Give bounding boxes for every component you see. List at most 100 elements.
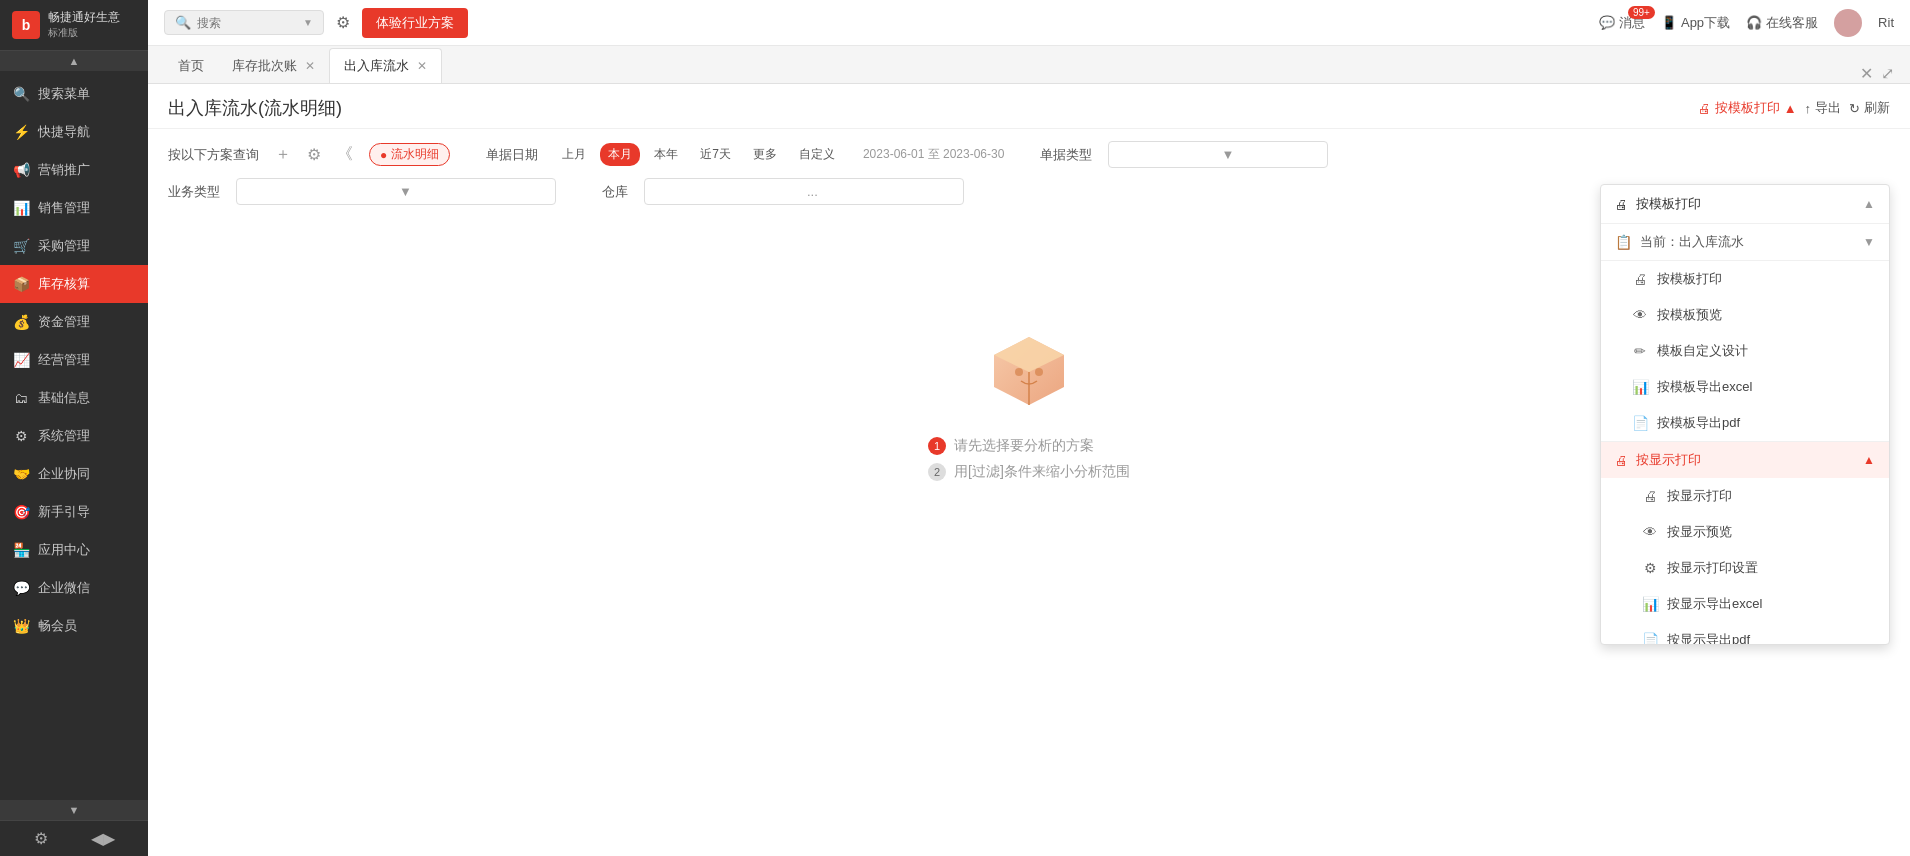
panel-current-chevron: ▼ [1863, 235, 1875, 249]
tab-flow[interactable]: 出入库流水 ✕ [329, 48, 442, 83]
sidebar-item-appstore[interactable]: 🏪 应用中心 [0, 531, 148, 569]
expand-window-icon[interactable]: ⤢ [1881, 64, 1894, 83]
sidebar-item-sales[interactable]: 📊 销售管理 [0, 189, 148, 227]
warehouse-label: 仓库 [602, 183, 628, 201]
customer-service-button[interactable]: 🎧 在线客服 [1746, 14, 1818, 32]
template-excel-icon: 📊 [1631, 378, 1649, 396]
sidebar-scroll-up[interactable]: ▲ [0, 51, 148, 71]
tab-home[interactable]: 首页 [164, 49, 218, 83]
filter-collapse-icon[interactable]: 《 [337, 144, 353, 165]
logo-icon: b [12, 11, 40, 39]
panel-current-item[interactable]: 📋 当前：出入库流水 ▼ [1601, 224, 1889, 261]
tab-batch-close[interactable]: ✕ [305, 59, 315, 73]
template-print-button[interactable]: 🖨 按模板打印 ▲ [1698, 99, 1797, 117]
template-pdf-icon: 📄 [1631, 414, 1649, 432]
tab-flow-close[interactable]: ✕ [417, 59, 427, 73]
sidebar-item-basic[interactable]: 🗂 基础信息 [0, 379, 148, 417]
sidebar-item-membership[interactable]: 👑 畅会员 [0, 607, 148, 645]
gear-icon[interactable]: ⚙ [336, 13, 350, 32]
sidebar-item-label-membership: 畅会员 [38, 617, 77, 635]
date-btn-本年[interactable]: 本年 [646, 143, 686, 166]
avatar[interactable] [1834, 9, 1862, 37]
panel-template-print[interactable]: 🖨 按模板打印 [1601, 261, 1889, 297]
settings-icon[interactable]: ⚙ [34, 829, 48, 848]
logo-title: 畅捷通好生意 [48, 10, 120, 26]
panel-display-pdf[interactable]: 📄 按显示导出pdf [1601, 622, 1889, 644]
display-section-icon: 🖨 [1615, 453, 1628, 468]
trial-button[interactable]: 体验行业方案 [362, 8, 468, 38]
sidebar-item-operation[interactable]: 📈 经营管理 [0, 341, 148, 379]
date-options-group: 上月本月本年近7天更多自定义 [554, 143, 843, 166]
svg-point-3 [1015, 368, 1023, 376]
filter-add-icon[interactable]: ＋ [275, 144, 291, 165]
panel-display-preview[interactable]: 👁 按显示预览 [1601, 514, 1889, 550]
display-section-chevron: ▲ [1863, 453, 1875, 467]
close-window-icon[interactable]: ✕ [1860, 64, 1873, 83]
panel-template-excel[interactable]: 📊 按模板导出excel [1601, 369, 1889, 405]
panel-scroll-area: 📋 当前：出入库流水 ▼ 🖨 按模板打印 👁 按模板预览 ✏ 模板自定义设计 [1601, 224, 1889, 644]
tab-flow-label: 出入库流水 [344, 57, 409, 75]
date-btn-自定义[interactable]: 自定义 [791, 143, 843, 166]
template-print-item-label: 按模板打印 [1657, 270, 1722, 288]
step-2-text: 用[过滤]条件来缩小分析范围 [954, 463, 1130, 481]
template-excel-label: 按模板导出excel [1657, 378, 1752, 396]
panel-header-left: 🖨 按模板打印 [1615, 195, 1701, 213]
sidebar-item-label-finance: 资金管理 [38, 313, 90, 331]
appstore-nav-icon: 🏪 [12, 541, 30, 559]
filter-settings-icon[interactable]: ⚙ [307, 145, 321, 164]
quicknav-nav-icon: ⚡ [12, 123, 30, 141]
page-header: 出入库流水(流水明细) 🖨 按模板打印 ▲ ↑ 导出 ↻ 刷新 [148, 84, 1910, 129]
voucher-type-dropdown[interactable]: ▼ [1108, 141, 1328, 168]
export-button[interactable]: ↑ 导出 [1805, 99, 1842, 117]
panel-display-excel[interactable]: 📊 按显示导出excel [1601, 586, 1889, 622]
collapse-icon[interactable]: ◀▶ [91, 829, 115, 848]
message-button[interactable]: 💬 消息 99+ [1599, 14, 1645, 32]
panel-collapse-icon[interactable]: ▲ [1863, 197, 1875, 211]
sidebar-item-label-appstore: 应用中心 [38, 541, 90, 559]
panel-display-settings[interactable]: ⚙ 按显示打印设置 [1601, 550, 1889, 586]
voucher-chevron-icon: ▼ [1221, 147, 1317, 162]
sidebar-item-wechat[interactable]: 💬 企业微信 [0, 569, 148, 607]
template-design-icon: ✏ [1631, 342, 1649, 360]
display-settings-icon: ⚙ [1641, 559, 1659, 577]
refresh-button[interactable]: ↻ 刷新 [1849, 99, 1890, 117]
header-search[interactable]: 🔍 ▼ [164, 10, 324, 35]
sidebar-item-guide[interactable]: 🎯 新手引导 [0, 493, 148, 531]
tab-batch[interactable]: 库存批次账 ✕ [218, 49, 329, 83]
search-nav-icon: 🔍 [12, 85, 30, 103]
date-btn-更多[interactable]: 更多 [745, 143, 785, 166]
date-btn-本月[interactable]: 本月 [600, 143, 640, 166]
date-btn-近7天[interactable]: 近7天 [692, 143, 739, 166]
sidebar-item-purchase[interactable]: 🛒 采购管理 [0, 227, 148, 265]
warehouse-more-icon[interactable]: ... [807, 184, 953, 199]
business-type-dropdown[interactable]: ▼ [236, 178, 556, 205]
sidebar-item-marketing[interactable]: 📢 营销推广 [0, 151, 148, 189]
sidebar-item-search[interactable]: 🔍 搜索菜单 [0, 75, 148, 113]
sidebar-item-finance[interactable]: 💰 资金管理 [0, 303, 148, 341]
panel-template-design[interactable]: ✏ 模板自定义设计 [1601, 333, 1889, 369]
panel-template-pdf[interactable]: 📄 按模板导出pdf [1601, 405, 1889, 441]
sidebar-item-inventory[interactable]: 📦 库存核算 [0, 265, 148, 303]
panel-display-header[interactable]: 🖨 按显示打印 ▲ [1601, 442, 1889, 478]
search-input[interactable] [197, 16, 297, 30]
panel-current-label: 当前：出入库流水 [1640, 233, 1744, 251]
display-pdf-icon: 📄 [1641, 631, 1659, 644]
logo-area: b 畅捷通好生意 标准版 [0, 0, 148, 51]
display-section-title: 按显示打印 [1636, 451, 1701, 469]
username-label: Rit [1878, 15, 1894, 30]
warehouse-dropdown[interactable]: ... [644, 178, 964, 205]
panel-template-preview[interactable]: 👁 按模板预览 [1601, 297, 1889, 333]
active-filter-tag[interactable]: ● 流水明细 [369, 143, 450, 166]
system-nav-icon: ⚙ [12, 427, 30, 445]
sidebar-item-label-search: 搜索菜单 [38, 85, 90, 103]
app-download-button[interactable]: 📱 App下载 [1661, 14, 1730, 32]
sidebar-item-system[interactable]: ⚙ 系统管理 [0, 417, 148, 455]
sidebar-item-label-purchase: 采购管理 [38, 237, 90, 255]
sidebar-item-quicknav[interactable]: ⚡ 快捷导航 [0, 113, 148, 151]
purchase-nav-icon: 🛒 [12, 237, 30, 255]
sidebar: b 畅捷通好生意 标准版 ▲ 🔍 搜索菜单 ⚡ 快捷导航 📢 营销推广 📊 销售… [0, 0, 148, 856]
date-btn-上月[interactable]: 上月 [554, 143, 594, 166]
sidebar-scroll-down[interactable]: ▼ [0, 800, 148, 820]
sidebar-item-collab[interactable]: 🤝 企业协同 [0, 455, 148, 493]
panel-display-print[interactable]: 🖨 按显示打印 [1601, 478, 1889, 514]
